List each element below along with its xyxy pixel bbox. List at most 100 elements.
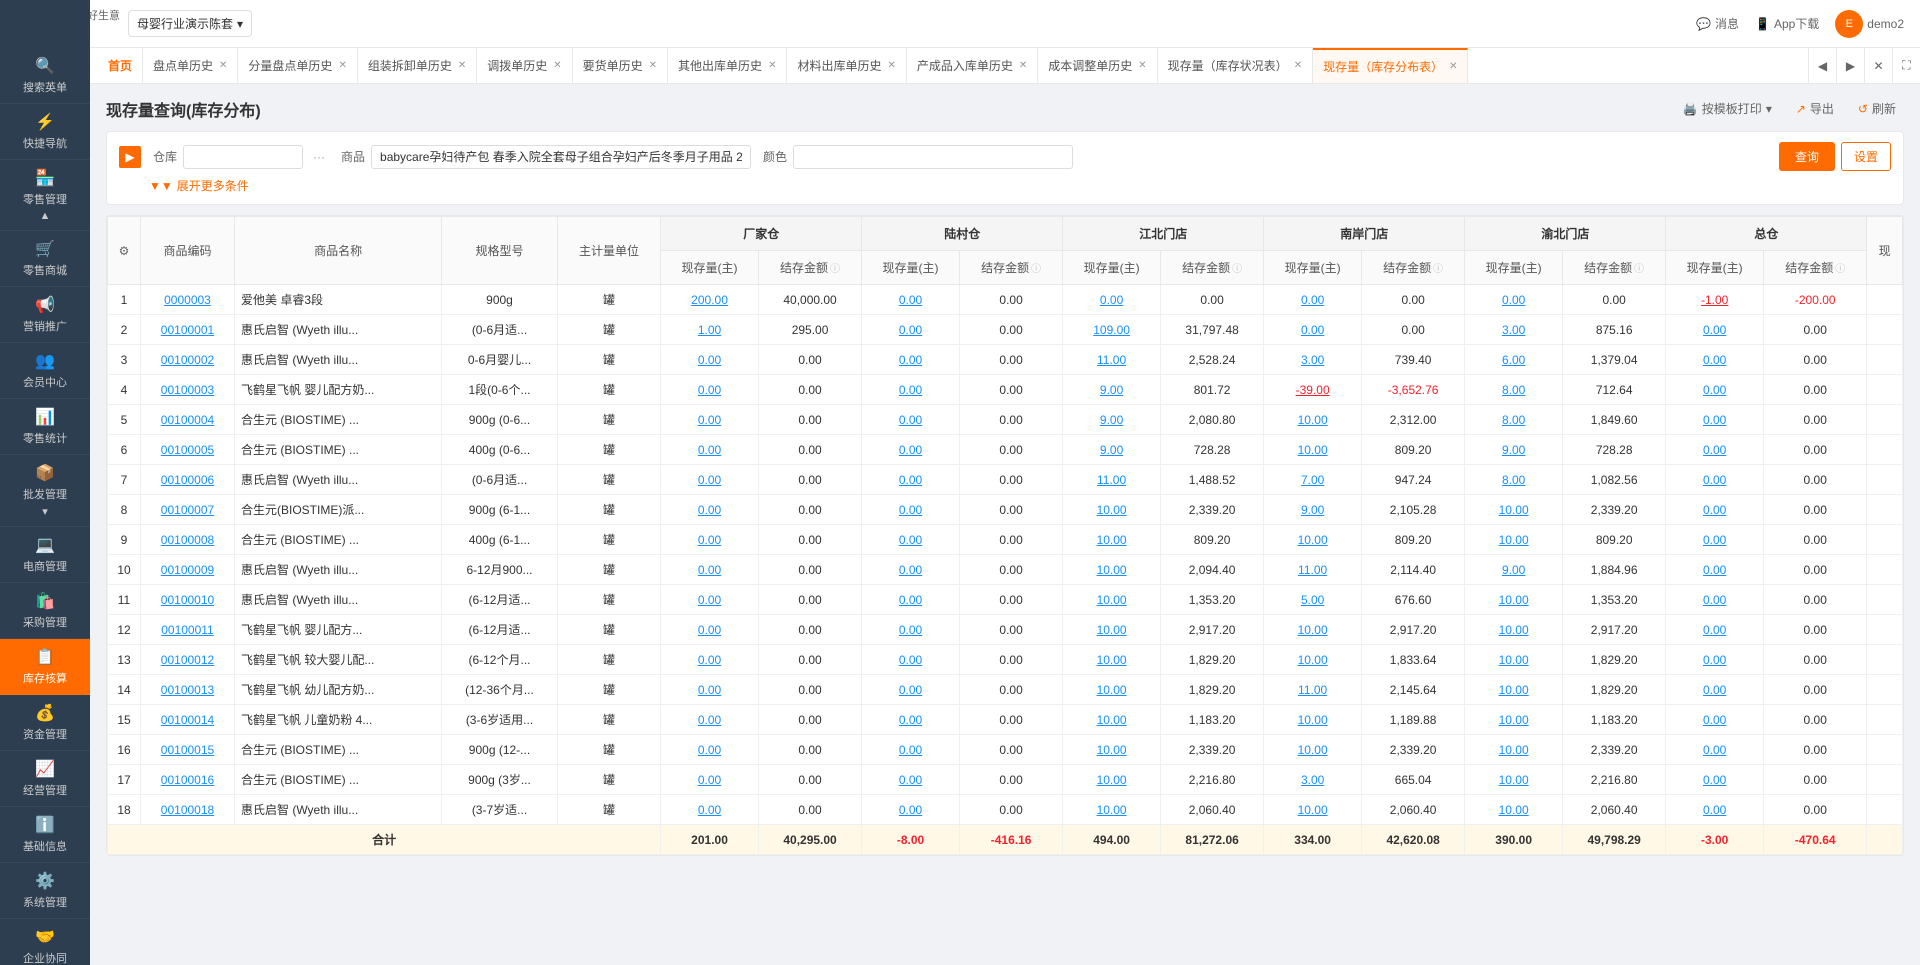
tab-9[interactable]: 成本调整单历史 ✕ [1038, 48, 1157, 84]
total-qty-cell[interactable]: 0.00 [1666, 585, 1764, 615]
code-cell[interactable]: 00100005 [141, 435, 235, 465]
yb-qty-cell[interactable]: 10.00 [1465, 795, 1563, 825]
na-qty-cell[interactable]: 5.00 [1264, 585, 1362, 615]
total-qty-cell[interactable]: 0.00 [1666, 795, 1764, 825]
jb-qty-cell[interactable]: 10.00 [1063, 495, 1161, 525]
code-cell[interactable]: 00100018 [141, 795, 235, 825]
code-cell[interactable]: 0000003 [141, 285, 235, 315]
l-qty-cell[interactable]: 0.00 [862, 525, 960, 555]
tab-3[interactable]: 组装拆卸单历史 ✕ [358, 48, 477, 84]
code-cell[interactable]: 00100001 [141, 315, 235, 345]
l-qty-cell[interactable]: 0.00 [862, 555, 960, 585]
f-qty-cell[interactable]: 200.00 [661, 285, 759, 315]
jb-qty-cell[interactable]: 10.00 [1063, 525, 1161, 555]
app-download-btn[interactable]: 📱 App下载 [1755, 15, 1819, 32]
sidebar-item-retail[interactable]: 🏪 零售管理 ▲ [0, 160, 90, 231]
yb-qty-cell[interactable]: 8.00 [1465, 465, 1563, 495]
jb-qty-cell[interactable]: 10.00 [1063, 705, 1161, 735]
yb-qty-cell[interactable]: 10.00 [1465, 495, 1563, 525]
sidebar-item-stats[interactable]: 📊 零售统计 [0, 399, 90, 455]
total-qty-cell[interactable]: 0.00 [1666, 405, 1764, 435]
yb-qty-cell[interactable]: 0.00 [1465, 285, 1563, 315]
na-qty-cell[interactable]: 10.00 [1264, 615, 1362, 645]
close-icon[interactable]: ✕ [553, 60, 561, 71]
l-qty-cell[interactable]: 0.00 [862, 675, 960, 705]
na-qty-cell[interactable]: 7.00 [1264, 465, 1362, 495]
f-qty-cell[interactable]: 0.00 [661, 465, 759, 495]
code-cell[interactable]: 00100003 [141, 375, 235, 405]
yb-qty-cell[interactable]: 10.00 [1465, 525, 1563, 555]
close-icon[interactable]: ✕ [1138, 60, 1146, 71]
goods-input[interactable] [371, 145, 751, 169]
f-qty-cell[interactable]: 0.00 [661, 795, 759, 825]
na-qty-cell[interactable]: 3.00 [1264, 345, 1362, 375]
code-cell[interactable]: 00100012 [141, 645, 235, 675]
f-qty-cell[interactable]: 0.00 [661, 555, 759, 585]
na-qty-cell[interactable]: 10.00 [1264, 735, 1362, 765]
na-qty-cell[interactable]: 10.00 [1264, 645, 1362, 675]
close-icon[interactable]: ✕ [887, 60, 895, 71]
yb-qty-cell[interactable]: 9.00 [1465, 555, 1563, 585]
code-cell[interactable]: 00100011 [141, 615, 235, 645]
yb-qty-cell[interactable]: 10.00 [1465, 765, 1563, 795]
yb-qty-cell[interactable]: 3.00 [1465, 315, 1563, 345]
code-cell[interactable]: 00100006 [141, 465, 235, 495]
close-icon[interactable]: ✕ [458, 60, 466, 71]
nav-prev-btn[interactable]: ◀ [1808, 48, 1836, 84]
yb-qty-cell[interactable]: 10.00 [1465, 585, 1563, 615]
l-qty-cell[interactable]: 0.00 [862, 795, 960, 825]
f-qty-cell[interactable]: 1.00 [661, 315, 759, 345]
f-qty-cell[interactable]: 0.00 [661, 615, 759, 645]
total-qty-cell[interactable]: 0.00 [1666, 735, 1764, 765]
warehouse-dots[interactable]: ··· [309, 150, 329, 164]
total-qty-cell[interactable]: 0.00 [1666, 615, 1764, 645]
sidebar-item-inventory[interactable]: 📋 库存核算 [0, 639, 90, 695]
yb-qty-cell[interactable]: 10.00 [1465, 705, 1563, 735]
close-icon[interactable]: ✕ [1294, 60, 1302, 71]
sidebar-item-ecommerce[interactable]: 💻 电商管理 [0, 527, 90, 583]
tab-8[interactable]: 产成品入库单历史 ✕ [907, 48, 1038, 84]
export-btn[interactable]: ↗ 导出 [1788, 96, 1842, 121]
total-qty-cell[interactable]: 0.00 [1666, 465, 1764, 495]
jb-qty-cell[interactable]: 10.00 [1063, 555, 1161, 585]
tab-10[interactable]: 现存量（库存状况表） ✕ [1158, 48, 1313, 84]
l-qty-cell[interactable]: 0.00 [862, 435, 960, 465]
na-qty-cell[interactable]: 0.00 [1264, 285, 1362, 315]
close-icon[interactable]: ✕ [768, 60, 776, 71]
code-cell[interactable]: 00100002 [141, 345, 235, 375]
tab-7[interactable]: 材料出库单历史 ✕ [787, 48, 906, 84]
f-qty-cell[interactable]: 0.00 [661, 765, 759, 795]
f-qty-cell[interactable]: 0.00 [661, 675, 759, 705]
tab-6[interactable]: 其他出库单历史 ✕ [668, 48, 787, 84]
na-qty-cell[interactable]: 0.00 [1264, 315, 1362, 345]
na-qty-cell[interactable]: 11.00 [1264, 555, 1362, 585]
settings-icon[interactable]: ⚙ [114, 241, 134, 261]
nav-next-btn[interactable]: ▶ [1836, 48, 1864, 84]
jb-qty-cell[interactable]: 10.00 [1063, 795, 1161, 825]
message-btn[interactable]: 💬 消息 [1696, 15, 1739, 32]
print-btn[interactable]: 🖨️ 按模板打印 ▾ [1675, 96, 1780, 121]
total-qty-cell[interactable]: 0.00 [1666, 765, 1764, 795]
yb-qty-cell[interactable]: 8.00 [1465, 375, 1563, 405]
sidebar-item-search[interactable]: 🔍 搜索英单 [0, 48, 90, 104]
sidebar-item-mall[interactable]: 🛒 零售商城 [0, 231, 90, 287]
sidebar-item-collab[interactable]: 🤝 企业协同 [0, 919, 90, 965]
f-qty-cell[interactable]: 0.00 [661, 645, 759, 675]
l-qty-cell[interactable]: 0.00 [862, 315, 960, 345]
yb-qty-cell[interactable]: 8.00 [1465, 405, 1563, 435]
l-qty-cell[interactable]: 0.00 [862, 375, 960, 405]
na-qty-cell[interactable]: 10.00 [1264, 525, 1362, 555]
f-qty-cell[interactable]: 0.00 [661, 705, 759, 735]
jb-qty-cell[interactable]: 0.00 [1063, 285, 1161, 315]
l-qty-cell[interactable]: 0.00 [862, 495, 960, 525]
na-qty-cell[interactable]: 10.00 [1264, 435, 1362, 465]
refresh-btn[interactable]: ↺ 刷新 [1850, 96, 1904, 121]
jb-qty-cell[interactable]: 11.00 [1063, 465, 1161, 495]
f-qty-cell[interactable]: 0.00 [661, 585, 759, 615]
total-qty-cell[interactable]: 0.00 [1666, 435, 1764, 465]
total-qty-cell[interactable]: 0.00 [1666, 345, 1764, 375]
jb-qty-cell[interactable]: 11.00 [1063, 345, 1161, 375]
sidebar-item-finance[interactable]: 💰 资金管理 [0, 695, 90, 751]
jb-qty-cell[interactable]: 9.00 [1063, 375, 1161, 405]
close-icon[interactable]: ✕ [1449, 61, 1457, 72]
